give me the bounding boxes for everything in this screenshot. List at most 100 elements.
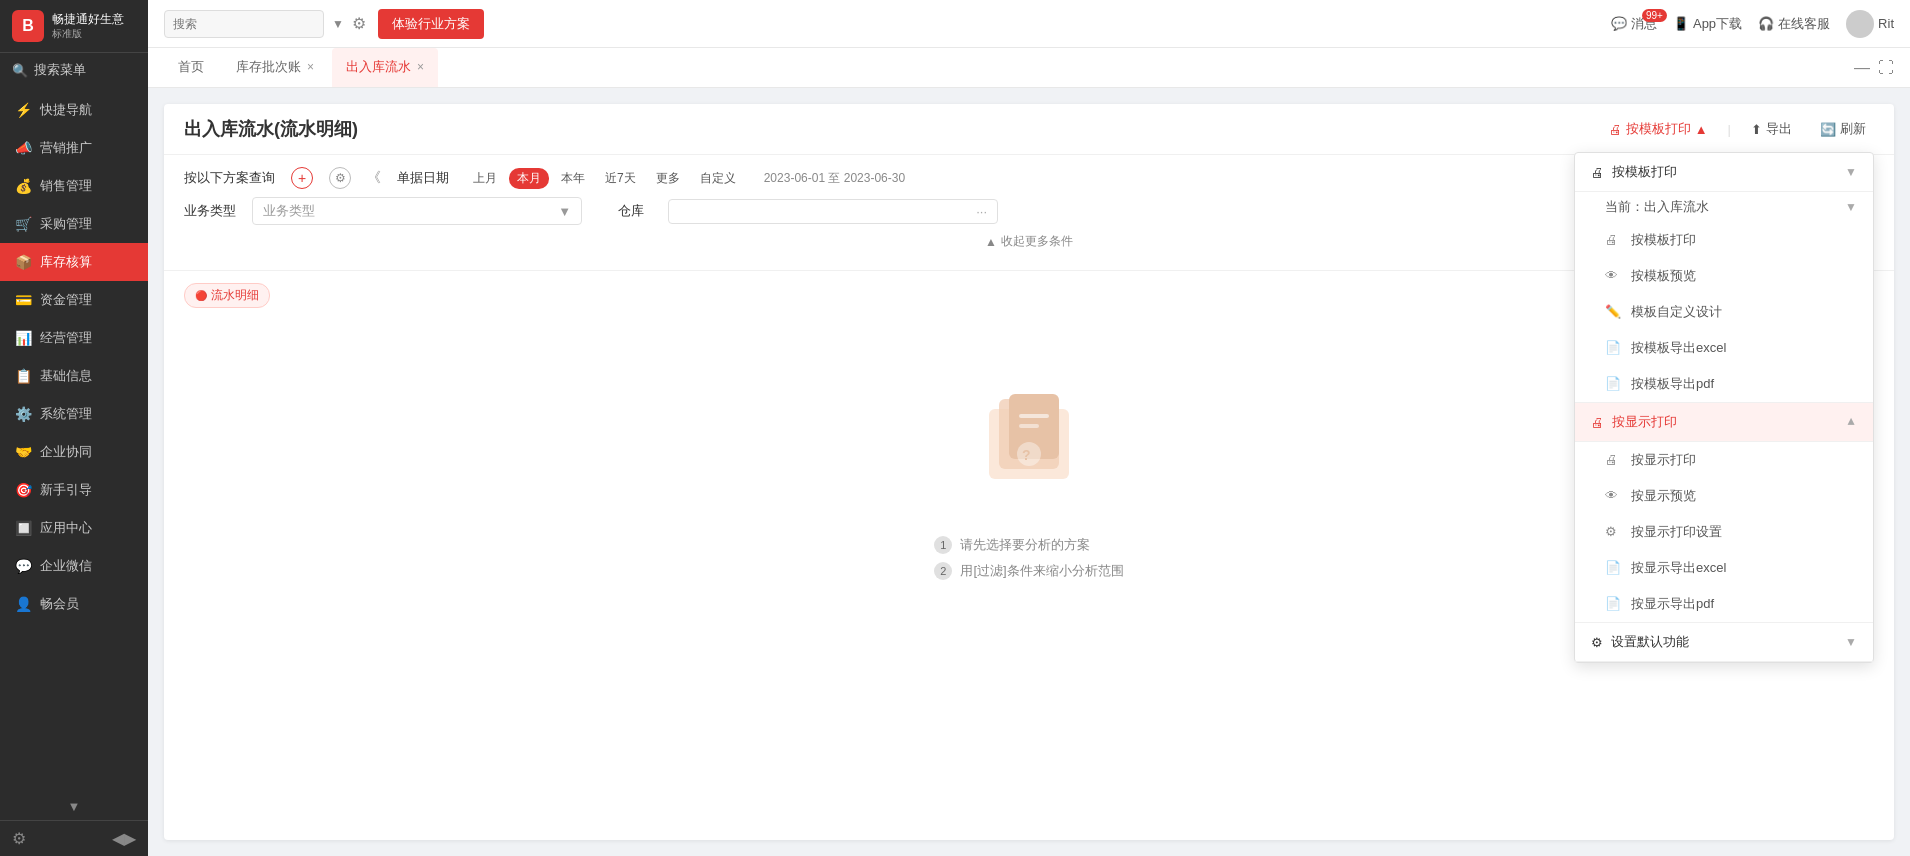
template-export-excel-item[interactable]: 📄 按模板导出excel bbox=[1575, 330, 1873, 366]
default-section-arrow-icon: ▼ bbox=[1845, 635, 1857, 649]
sidebar-item-finance[interactable]: 💳 资金管理 bbox=[0, 281, 148, 319]
collapse-filter-btn[interactable]: ▲ 收起更多条件 bbox=[985, 233, 1073, 250]
message-icon: 💬 bbox=[1611, 16, 1627, 31]
template-custom-item-icon: ✏️ bbox=[1605, 304, 1621, 320]
warehouse-select[interactable]: ··· bbox=[668, 199, 998, 224]
tab-home[interactable]: 首页 bbox=[164, 48, 218, 87]
svg-rect-3 bbox=[1019, 414, 1049, 418]
sidebar-item-inventory[interactable]: 📦 库存核算 bbox=[0, 243, 148, 281]
topbar-app-download-btn[interactable]: 📱 App下载 bbox=[1673, 15, 1742, 33]
date-this-month[interactable]: 本月 bbox=[509, 168, 549, 189]
sidebar-item-label: 销售管理 bbox=[40, 177, 92, 195]
collapse-sidebar-icon[interactable]: ◀▶ bbox=[112, 829, 136, 848]
settings-icon[interactable]: ⚙ bbox=[12, 829, 26, 848]
display-print-settings-label: 按显示打印设置 bbox=[1631, 523, 1722, 541]
sidebar-logo: B 畅捷通好生意 标准版 bbox=[0, 0, 148, 53]
date-range-display: 2023-06-01 至 2023-06-30 bbox=[764, 170, 905, 187]
date-this-year[interactable]: 本年 bbox=[553, 168, 593, 189]
template-export-pdf-label: 按模板导出pdf bbox=[1631, 375, 1714, 393]
topbar-gear-icon[interactable]: ⚙ bbox=[352, 14, 366, 33]
sidebar-item-label: 企业协同 bbox=[40, 443, 92, 461]
service-icon: 🎧 bbox=[1758, 16, 1774, 31]
svg-text:?: ? bbox=[1022, 447, 1031, 463]
tab-inventory-batch[interactable]: 库存批次账 × bbox=[222, 48, 328, 87]
page-header: 出入库流水(流水明细) 🖨 按模板打印 ▲ | ⬆ 导出 🔄 刷新 bbox=[164, 104, 1894, 155]
date-last-month[interactable]: 上月 bbox=[465, 168, 505, 189]
sidebar-item-quick-nav[interactable]: ⚡ 快捷导航 bbox=[0, 91, 148, 129]
tab-maximize-icon[interactable]: ⛶ bbox=[1878, 59, 1894, 77]
topbar-user-btn[interactable]: Rit bbox=[1846, 10, 1894, 38]
sidebar-item-sales[interactable]: 💰 销售管理 bbox=[0, 167, 148, 205]
display-print-settings-item[interactable]: ⚙ 按显示打印设置 bbox=[1575, 514, 1873, 550]
date-last-7-days[interactable]: 近7天 bbox=[597, 168, 644, 189]
sidebar-item-wechat[interactable]: 💬 企业微信 bbox=[0, 547, 148, 585]
tag-flow-detail[interactable]: 🔴 流水明细 bbox=[184, 283, 270, 308]
display-print-item[interactable]: 🖨 按显示打印 bbox=[1575, 442, 1873, 478]
trial-industry-button[interactable]: 体验行业方案 bbox=[378, 9, 484, 39]
sidebar-search[interactable]: 🔍 搜索菜单 bbox=[0, 53, 148, 87]
tab-minimize-icon[interactable]: — bbox=[1854, 59, 1870, 77]
sidebar-item-label: 新手引导 bbox=[40, 481, 92, 499]
tab-in-out-flow-close[interactable]: × bbox=[417, 60, 424, 74]
filter-collapse-icon[interactable]: 《 bbox=[367, 169, 381, 187]
display-print-section-header[interactable]: 🖨 按显示打印 ▼ bbox=[1575, 403, 1873, 442]
biz-type-placeholder: 业务类型 bbox=[263, 202, 554, 220]
topbar-message-btn[interactable]: 💬 消息 99+ bbox=[1611, 15, 1657, 33]
tab-in-out-flow[interactable]: 出入库流水 × bbox=[332, 48, 438, 87]
tab-inventory-batch-close[interactable]: × bbox=[307, 60, 314, 74]
biz-type-select[interactable]: 业务类型 ▼ bbox=[252, 197, 582, 225]
sidebar-item-member[interactable]: 👤 畅会员 bbox=[0, 585, 148, 623]
sidebar-item-operations[interactable]: 📊 经营管理 bbox=[0, 319, 148, 357]
template-preview-item[interactable]: 👁 按模板预览 bbox=[1575, 258, 1873, 294]
guide-icon: 🎯 bbox=[14, 481, 32, 499]
refresh-label: 刷新 bbox=[1840, 120, 1866, 138]
current-template-arrow-icon: ▼ bbox=[1845, 200, 1857, 214]
topbar-online-service-btn[interactable]: 🎧 在线客服 bbox=[1758, 15, 1830, 33]
print-template-btn[interactable]: 🖨 按模板打印 ▲ bbox=[1601, 116, 1716, 142]
export-btn[interactable]: ⬆ 导出 bbox=[1743, 116, 1800, 142]
basic-icon: 📋 bbox=[14, 367, 32, 385]
export-label: 导出 bbox=[1766, 120, 1792, 138]
tag-label: 流水明细 bbox=[211, 287, 259, 304]
filter-settings-button[interactable]: ⚙ bbox=[329, 167, 351, 189]
topbar-search-input[interactable] bbox=[164, 10, 324, 38]
display-preview-item[interactable]: 👁 按显示预览 bbox=[1575, 478, 1873, 514]
sidebar-item-system[interactable]: ⚙️ 系统管理 bbox=[0, 395, 148, 433]
warehouse-label: 仓库 bbox=[618, 202, 644, 220]
page-title: 出入库流水(流水明细) bbox=[184, 117, 358, 141]
default-section-label: 设置默认功能 bbox=[1611, 633, 1689, 651]
collapse-filter-label: 收起更多条件 bbox=[1001, 233, 1073, 250]
member-icon: 👤 bbox=[14, 595, 32, 613]
default-section-header[interactable]: ⚙ 设置默认功能 ▼ bbox=[1575, 623, 1873, 662]
sidebar-scroll-down[interactable]: ▼ bbox=[0, 793, 148, 820]
date-custom[interactable]: 自定义 bbox=[692, 168, 744, 189]
display-section-arrow-icon: ▼ bbox=[1845, 415, 1857, 429]
apps-icon: 🔲 bbox=[14, 519, 32, 537]
topbar-search-dropdown-icon[interactable]: ▼ bbox=[332, 17, 344, 31]
sidebar-item-apps[interactable]: 🔲 应用中心 bbox=[0, 509, 148, 547]
sidebar-item-purchase[interactable]: 🛒 采购管理 bbox=[0, 205, 148, 243]
display-export-excel-item[interactable]: 📄 按显示导出excel bbox=[1575, 550, 1873, 586]
template-print-section-header[interactable]: 🖨 按模板打印 ▼ bbox=[1575, 153, 1873, 192]
biz-type-label: 业务类型 bbox=[184, 202, 236, 220]
display-export-pdf-item[interactable]: 📄 按显示导出pdf bbox=[1575, 586, 1873, 622]
filter-query-label: 按以下方案查询 bbox=[184, 169, 275, 187]
sidebar-item-guide[interactable]: 🎯 新手引导 bbox=[0, 471, 148, 509]
sidebar-item-label: 畅会员 bbox=[40, 595, 79, 613]
online-service-label: 在线客服 bbox=[1778, 15, 1830, 33]
sidebar-item-collab[interactable]: 🤝 企业协同 bbox=[0, 433, 148, 471]
display-print-item-icon: 🖨 bbox=[1605, 452, 1621, 468]
template-custom-item[interactable]: ✏️ 模板自定义设计 bbox=[1575, 294, 1873, 330]
refresh-btn[interactable]: 🔄 刷新 bbox=[1812, 116, 1874, 142]
sidebar-item-basic[interactable]: 📋 基础信息 bbox=[0, 357, 148, 395]
template-section-arrow-icon: ▼ bbox=[1845, 165, 1857, 179]
step-1-text: 请先选择要分析的方案 bbox=[960, 536, 1090, 554]
template-export-pdf-item[interactable]: 📄 按模板导出pdf bbox=[1575, 366, 1873, 402]
display-export-pdf-icon: 📄 bbox=[1605, 596, 1621, 612]
default-section-icon: ⚙ bbox=[1591, 635, 1603, 650]
sidebar-item-marketing[interactable]: 📣 营销推广 bbox=[0, 129, 148, 167]
date-more[interactable]: 更多 bbox=[648, 168, 688, 189]
filter-add-button[interactable]: + bbox=[291, 167, 313, 189]
sidebar-search-label: 搜索菜单 bbox=[34, 61, 86, 79]
template-print-item[interactable]: 🖨 按模板打印 bbox=[1575, 222, 1873, 258]
